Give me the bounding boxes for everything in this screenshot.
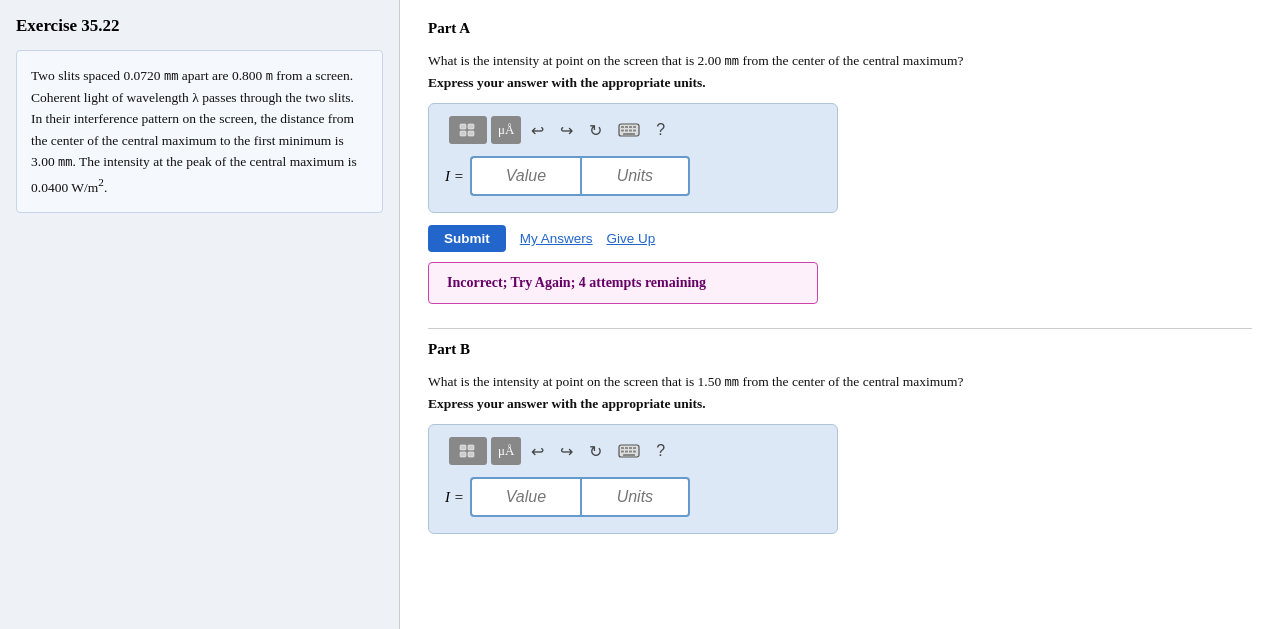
part-a-my-answers-button[interactable]: My Answers: [520, 231, 593, 246]
svg-rect-22: [633, 447, 636, 449]
section-divider: [428, 328, 1252, 329]
svg-rect-11: [629, 130, 632, 132]
part-b-answer-box: μÅ ↩ ↪ ↻: [428, 424, 838, 534]
part-a-submit-button[interactable]: Submit: [428, 225, 506, 252]
part-b-toolbar: μÅ ↩ ↪ ↻: [445, 437, 821, 465]
part-a-value-input[interactable]: [470, 156, 580, 196]
mu-icon-button[interactable]: μÅ: [491, 116, 521, 144]
svg-rect-27: [623, 454, 635, 456]
exercise-title: Exercise 35.22: [16, 16, 383, 36]
svg-rect-14: [460, 445, 466, 450]
part-a-question: What is the intensity at point on the sc…: [428, 53, 1252, 69]
part-a-answer-box: μÅ ↩ ↪ ↻: [428, 103, 838, 213]
svg-rect-2: [460, 131, 466, 136]
svg-rect-20: [625, 447, 628, 449]
refresh-button[interactable]: ↻: [583, 116, 608, 144]
svg-rect-5: [621, 126, 624, 128]
problem-statement: Two slits spaced 0.0720 mm apart are 0.8…: [16, 50, 383, 213]
part-a-express: Express your answer with the appropriate…: [428, 75, 1252, 91]
undo-button[interactable]: ↩: [525, 116, 550, 144]
svg-rect-24: [625, 451, 628, 453]
part-b-section: Part B What is the intensity at point on…: [428, 341, 1252, 546]
svg-rect-1: [468, 124, 474, 129]
part-a-header: Part A: [428, 20, 1252, 43]
svg-rect-10: [625, 130, 628, 132]
redo-button[interactable]: ↪: [554, 116, 579, 144]
svg-rect-8: [633, 126, 636, 128]
svg-rect-12: [633, 130, 636, 132]
svg-rect-6: [625, 126, 628, 128]
part-b-header: Part B: [428, 341, 1252, 364]
part-b-question: What is the intensity at point on the sc…: [428, 374, 1252, 390]
part-a-feedback: Incorrect; Try Again; 4 attempts remaini…: [428, 262, 818, 304]
part-a-submit-row: Submit My Answers Give Up: [428, 225, 1252, 252]
svg-rect-13: [623, 133, 635, 135]
part-b-redo-button[interactable]: ↪: [554, 437, 579, 465]
main-content: Part A What is the intensity at point on…: [400, 0, 1280, 629]
part-a-toolbar: μÅ ↩ ↪ ↻: [445, 116, 821, 144]
svg-rect-9: [621, 130, 624, 132]
part-b-express: Express your answer with the appropriate…: [428, 396, 1252, 412]
part-a-units-input[interactable]: [580, 156, 690, 196]
part-a-input-row: I =: [445, 156, 821, 196]
svg-rect-25: [629, 451, 632, 453]
part-b-mu-icon-button[interactable]: μÅ: [491, 437, 521, 465]
part-b-value-input[interactable]: [470, 477, 580, 517]
part-a-section: Part A What is the intensity at point on…: [428, 20, 1252, 318]
sidebar: Exercise 35.22 Two slits spaced 0.0720 m…: [0, 0, 400, 629]
part-b-refresh-button[interactable]: ↻: [583, 437, 608, 465]
svg-rect-3: [468, 131, 474, 136]
part-b-input-row: I =: [445, 477, 821, 517]
part-a-eq-label: I =: [445, 168, 464, 185]
grid-icon-button[interactable]: [449, 116, 487, 144]
svg-rect-7: [629, 126, 632, 128]
part-b-mu-label: μÅ: [498, 443, 514, 459]
svg-rect-26: [633, 451, 636, 453]
part-a-give-up-button[interactable]: Give Up: [607, 231, 656, 246]
help-button[interactable]: ?: [650, 116, 671, 144]
svg-rect-17: [468, 452, 474, 457]
svg-rect-19: [621, 447, 624, 449]
keyboard-button[interactable]: [612, 116, 646, 144]
part-b-help-button[interactable]: ?: [650, 437, 671, 465]
svg-rect-16: [460, 452, 466, 457]
part-b-grid-icon-button[interactable]: [449, 437, 487, 465]
mu-label: μÅ: [498, 122, 514, 138]
svg-rect-0: [460, 124, 466, 129]
part-b-units-input[interactable]: [580, 477, 690, 517]
part-b-keyboard-button[interactable]: [612, 437, 646, 465]
part-b-eq-label: I =: [445, 489, 464, 506]
svg-rect-15: [468, 445, 474, 450]
svg-rect-23: [621, 451, 624, 453]
part-b-undo-button[interactable]: ↩: [525, 437, 550, 465]
svg-rect-21: [629, 447, 632, 449]
